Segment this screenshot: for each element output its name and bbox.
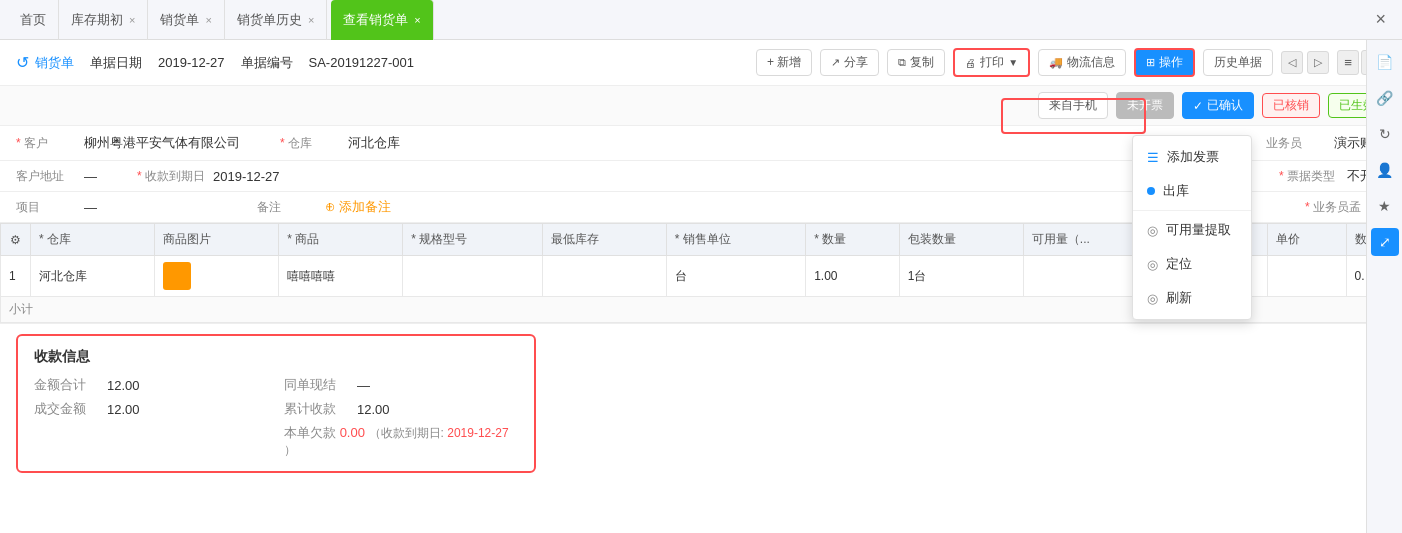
confirm-button[interactable]: ✓ 已确认	[1182, 92, 1254, 119]
product-image	[163, 262, 191, 290]
col-unit: * 销售单位	[666, 224, 805, 256]
doc-header: ↺ 销货单 单据日期 2019-12-27 单据编号 SA-20191227-0…	[0, 40, 1402, 86]
doc-sidebar-icon[interactable]: 📄	[1371, 48, 1399, 76]
expand-sidebar-icon[interactable]: ⤢	[1371, 228, 1399, 256]
due-payment: 本单欠款 0.00 （收款到期日: 2019-12-27 ）	[284, 424, 518, 459]
project-field: 项目 —	[16, 199, 97, 216]
history-button[interactable]: 历史单据	[1203, 49, 1273, 76]
customer-field: 客户 柳州粤港平安气体有限公司	[16, 134, 240, 152]
payment-title: 收款信息	[34, 348, 518, 366]
row-index: 1	[1, 256, 31, 297]
row-unit: 台	[666, 256, 805, 297]
link-sidebar-icon[interactable]: 🔗	[1371, 84, 1399, 112]
warehouse-out-dot	[1147, 187, 1155, 195]
tab-sales[interactable]: 销货单 ×	[148, 0, 224, 40]
add-invoice-item[interactable]: ☰ 添加发票	[1133, 140, 1251, 174]
refresh-icon: ◎	[1147, 291, 1158, 306]
row-product: 嘻嘻嘻嘻	[279, 256, 403, 297]
tab-inventory[interactable]: 库存期初 ×	[59, 0, 148, 40]
available-qty-item[interactable]: ◎ 可用量提取	[1133, 213, 1251, 247]
star-sidebar-icon[interactable]: ★	[1371, 192, 1399, 220]
rotate-sidebar-icon[interactable]: ↻	[1371, 120, 1399, 148]
tab-home[interactable]: 首页	[8, 0, 59, 40]
cancelled-status: 已核销	[1262, 93, 1320, 118]
tab-sales-history[interactable]: 销货单历史 ×	[225, 0, 327, 40]
next-button[interactable]: ▷	[1307, 51, 1329, 74]
total-amount: 金额合计 12.00	[34, 376, 268, 394]
tab-bar: 首页 库存期初 × 销货单 × 销货单历史 × 查看销货单 × ×	[0, 0, 1402, 40]
available-qty-icon: ◎	[1147, 223, 1158, 238]
doc-actions: + 新增 ↗ 分享 ⧉ 复制 🖨 打印 ▼ 🚚 物流信息	[756, 48, 1386, 77]
refresh-item[interactable]: ◎ 刷新	[1133, 281, 1251, 315]
tab-view-sales[interactable]: 查看销货单 ×	[331, 0, 433, 40]
payment-grid: 金额合计 12.00 同单现结 — 成交金额 12.00 累计收款 12.00 …	[34, 376, 518, 459]
locate-icon: ◎	[1147, 257, 1158, 272]
share-button[interactable]: ↗ 分享	[820, 49, 879, 76]
row-warehouse: 河北仓库	[31, 256, 155, 297]
warehouse-field: 仓库 河北仓库	[280, 134, 400, 152]
tab-sales-history-close[interactable]: ×	[308, 14, 314, 26]
col-qty: * 数量	[806, 224, 900, 256]
logistics-button[interactable]: 🚚 物流信息	[1038, 49, 1126, 76]
new-button[interactable]: + 新增	[756, 49, 812, 76]
note-field: 备注 ⊕ 添加备注	[257, 198, 391, 216]
col-warehouse: * 仓库	[31, 224, 155, 256]
prev-button[interactable]: ◁	[1281, 51, 1303, 74]
transaction-amount: 成交金额 12.00	[34, 400, 268, 418]
col-product: * 商品	[279, 224, 403, 256]
dropdown-divider	[1133, 210, 1251, 211]
col-min-stock: 最低库存	[542, 224, 666, 256]
list-view-button[interactable]: ≡	[1337, 50, 1359, 75]
copy-button[interactable]: ⧉ 复制	[887, 49, 945, 76]
right-sidebar: 📄 🔗 ↻ 👤 ★ ⤢	[1366, 40, 1402, 533]
payment-section: 收款信息 金额合计 12.00 同单现结 — 成交金额 12.00 累计收款 1…	[16, 334, 536, 473]
tab-view-sales-close[interactable]: ×	[414, 14, 420, 26]
nav-arrows: ◁ ▷	[1281, 51, 1329, 74]
add-note-button[interactable]: ⊕ 添加备注	[325, 198, 391, 216]
row-product-img	[155, 256, 279, 297]
locate-item[interactable]: ◎ 定位	[1133, 247, 1251, 281]
col-spec: * 规格型号	[403, 224, 542, 256]
warehouse-out-item[interactable]: 出库	[1133, 174, 1251, 208]
accumulated-payment: 累计收款 12.00	[284, 400, 518, 418]
tab-inventory-close[interactable]: ×	[129, 14, 135, 26]
add-invoice-icon: ☰	[1147, 150, 1159, 165]
address-field: 客户地址 —	[16, 168, 97, 185]
row-pkg-qty: 1台	[899, 256, 1023, 297]
from-phone-button[interactable]: 来自手机	[1038, 92, 1108, 119]
col-pkg-qty: 包装数量	[899, 224, 1023, 256]
operate-dropdown: ☰ 添加发票 出库 ◎ 可用量提取 ◎ 定位 ◎ 刷新	[1132, 135, 1252, 320]
main-content: ↺ 销货单 单据日期 2019-12-27 单据编号 SA-20191227-0…	[0, 40, 1402, 533]
col-price: 单价	[1268, 224, 1346, 256]
doc-meta: 单据日期 2019-12-27 单据编号 SA-20191227-001	[90, 54, 414, 72]
operate-button[interactable]: ⊞ 操作	[1134, 48, 1195, 77]
print-button[interactable]: 🖨 打印 ▼	[953, 48, 1030, 77]
tab-sales-close[interactable]: ×	[205, 14, 211, 26]
col-settings: ⚙	[1, 224, 31, 256]
row-qty: 1.00	[806, 256, 900, 297]
user-sidebar-icon[interactable]: 👤	[1371, 156, 1399, 184]
due-date-field: 收款到期日 2019-12-27	[137, 168, 280, 185]
not-open-button[interactable]: 未开票	[1116, 92, 1174, 119]
sub-toolbar: 来自手机 未开票 ✓ 已确认 已核销 已生效	[0, 86, 1402, 126]
settlement: 同单现结 —	[284, 376, 518, 394]
row-min-stock	[542, 256, 666, 297]
col-img: 商品图片	[155, 224, 279, 256]
doc-type: ↺ 销货单	[16, 53, 74, 72]
row-spec	[403, 256, 542, 297]
row-price	[1268, 256, 1346, 297]
window-close-button[interactable]: ×	[1367, 9, 1394, 30]
